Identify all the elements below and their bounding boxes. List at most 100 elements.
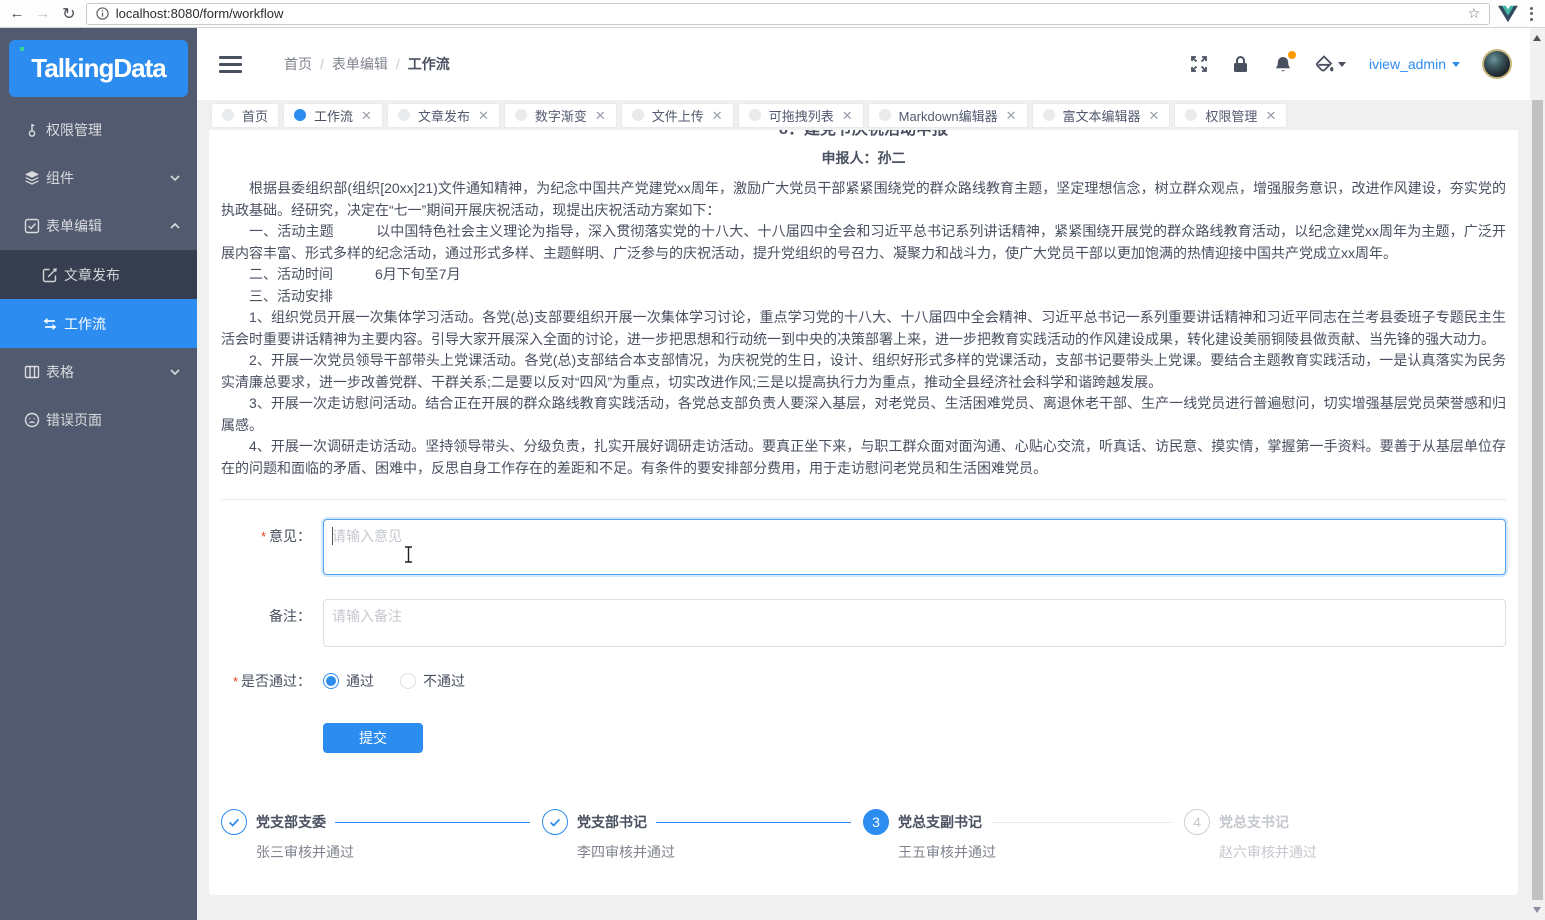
sidebar: TalkingData 权限管理 组件 表单编辑 文章发布 工作流 表格 错误页… <box>0 28 197 920</box>
browser-menu-icon[interactable] <box>1526 6 1537 21</box>
paragraph: 三、活动安排 <box>249 287 333 304</box>
workflow-card: 8：建党节庆祝活动申报 申报人：孙二 根据县委组织部(组织[20xx]21)文件… <box>209 130 1518 895</box>
chevron-down-icon <box>1338 61 1347 67</box>
content-area: 8：建党节庆祝活动申报 申报人：孙二 根据县委组织部(组织[20xx]21)文件… <box>197 130 1530 920</box>
tab-label: 富文本编辑器 <box>1062 108 1141 124</box>
scroll-up-icon[interactable] <box>1533 35 1541 41</box>
info-icon <box>96 7 109 20</box>
hamburger-menu-icon[interactable] <box>219 52 242 77</box>
fullscreen-icon[interactable] <box>1189 54 1209 74</box>
close-icon[interactable]: ✕ <box>1265 109 1276 122</box>
chevron-down-icon <box>170 175 180 182</box>
table-icon <box>24 364 40 380</box>
close-icon[interactable]: ✕ <box>595 109 606 122</box>
step-content: 张三审核并通过 <box>256 844 354 860</box>
sidebar-item-label: 错误页面 <box>46 412 102 428</box>
breadcrumb-form-edit[interactable]: 表单编辑 <box>332 54 388 74</box>
sidebar-item-permissions[interactable]: 权限管理 <box>0 106 197 154</box>
paragraph: 2、开展一次党员领导干部带头上党课活动。各党(总)支部结合本支部情况，为庆祝党的… <box>221 352 1506 390</box>
approval-steps: 党支部支委 张三审核并通过 党支部书记 李四审核并通过 3 党总支副书记 王五审… <box>221 809 1506 862</box>
scroll-down-icon[interactable] <box>1533 907 1541 913</box>
paragraph: 根据县委组织部(组织[20xx]21)文件通知精神，为纪念中国共产党建党xx周年… <box>221 180 1506 218</box>
required-mark: * <box>232 674 238 689</box>
breadcrumb-home[interactable]: 首页 <box>284 54 312 74</box>
header-actions: iview_admin <box>1189 49 1512 79</box>
close-icon[interactable]: ✕ <box>1149 109 1160 122</box>
app-header: 首页 / 表单编辑 / 工作流 iview_admin <box>197 28 1530 100</box>
breadcrumb-separator: / <box>395 56 400 72</box>
close-icon[interactable]: ✕ <box>712 109 723 122</box>
radio-circle-icon <box>323 673 339 689</box>
submit-button[interactable]: 提交 <box>323 723 423 753</box>
logo[interactable]: TalkingData <box>9 40 188 97</box>
step-connector <box>335 821 530 823</box>
lock-icon[interactable] <box>1231 54 1251 74</box>
username: iview_admin <box>1368 56 1446 72</box>
close-icon[interactable]: ✕ <box>1006 109 1017 122</box>
opinion-textarea[interactable] <box>323 519 1506 575</box>
note-textarea[interactable] <box>323 599 1506 647</box>
sidebar-item-error-pages[interactable]: 错误页面 <box>0 396 197 444</box>
breadcrumb: 首页 / 表单编辑 / 工作流 <box>284 54 450 74</box>
step-content: 赵六审核并通过 <box>1219 844 1317 860</box>
chevron-down-icon <box>1452 61 1460 67</box>
step-title: 党支部书记 <box>577 814 647 830</box>
error-face-icon <box>24 412 40 428</box>
pass-label: * 是否通过： <box>232 673 311 689</box>
address-bar[interactable]: localhost:8080/form/workflow ☆ <box>85 2 1491 25</box>
paragraph: 二、活动时间 6月下旬至7月 <box>249 266 461 282</box>
step-content: 李四审核并通过 <box>577 844 675 860</box>
tags-nav: 首页 工作流 ✕ 文章发布 ✕ 数字渐变 ✕ 文件上传 ✕ 可拖拽列表 ✕ Ma… <box>197 100 1530 130</box>
step-4: 4 党总支书记 赵六审核并通过 <box>1184 809 1505 862</box>
vue-devtools-icon[interactable] <box>1498 5 1519 23</box>
step-3: 3 党总支副书记 王五审核并通过 <box>863 809 1184 862</box>
sidebar-item-components[interactable]: 组件 <box>0 154 197 202</box>
page-scrollbar[interactable] <box>1530 28 1545 920</box>
theme-switcher-icon[interactable] <box>1315 54 1347 74</box>
tab-dot-icon <box>1185 109 1198 121</box>
tab-article-publish[interactable]: 文章发布 ✕ <box>386 102 500 128</box>
text-caret <box>332 527 333 545</box>
tab-label: 文件上传 <box>651 108 704 124</box>
tab-drag-list[interactable]: 可拖拽列表 ✕ <box>737 102 864 128</box>
tab-rich-text-editor[interactable]: 富文本编辑器 ✕ <box>1031 102 1171 128</box>
avatar[interactable] <box>1482 49 1512 79</box>
sidebar-item-tables[interactable]: 表格 <box>0 348 197 396</box>
reload-icon[interactable]: ↻ <box>60 5 78 23</box>
sidebar-item-label: 表单编辑 <box>46 218 102 234</box>
sidebar-item-article-publish[interactable]: 文章发布 <box>0 250 197 299</box>
tab-upload[interactable]: 文件上传 ✕ <box>620 102 734 128</box>
tab-workflow[interactable]: 工作流 ✕ <box>283 102 383 128</box>
url-text[interactable]: localhost:8080/form/workflow <box>116 6 1461 21</box>
user-menu[interactable]: iview_admin <box>1369 56 1460 72</box>
logo-accent-dot <box>20 47 24 51</box>
forward-icon[interactable]: → <box>34 5 52 23</box>
tab-count-to[interactable]: 数字渐变 ✕ <box>503 102 617 128</box>
scrollbar-thumb[interactable] <box>1532 100 1543 900</box>
radio-circle-icon <box>400 673 416 689</box>
tab-permissions[interactable]: 权限管理 ✕ <box>1174 102 1288 128</box>
bookmark-star-icon[interactable]: ☆ <box>1468 5 1481 22</box>
form-actions: 提交 <box>221 723 1506 753</box>
step-1: 党支部支委 张三审核并通过 <box>221 809 542 862</box>
step-check-icon <box>542 809 568 835</box>
sidebar-item-form-edit[interactable]: 表单编辑 <box>0 202 197 250</box>
close-icon[interactable]: ✕ <box>842 109 853 122</box>
tab-label: 工作流 <box>314 108 354 124</box>
close-icon[interactable]: ✕ <box>478 109 489 122</box>
radio-fail[interactable]: 不通过 <box>400 671 465 691</box>
tab-label: 文章发布 <box>417 108 470 124</box>
form-item-note: 备注： <box>221 599 1506 647</box>
document-title: 8：建党节庆祝活动申报 <box>221 130 1506 140</box>
back-icon[interactable]: ← <box>8 5 26 23</box>
close-icon[interactable]: ✕ <box>361 109 372 122</box>
tab-markdown-editor[interactable]: Markdown编辑器 ✕ <box>867 102 1028 128</box>
document-body: 根据县委组织部(组织[20xx]21)文件通知精神，为纪念中国共产党建党xx周年… <box>221 178 1506 479</box>
tab-home[interactable]: 首页 <box>211 102 280 128</box>
notification-bell-icon[interactable] <box>1273 51 1296 74</box>
sidebar-item-workflow[interactable]: 工作流 <box>0 299 197 348</box>
radio-pass[interactable]: 通过 <box>323 671 374 691</box>
step-2: 党支部书记 李四审核并通过 <box>542 809 863 862</box>
document-subtitle: 申报人：孙二 <box>821 150 906 166</box>
chevron-up-icon <box>170 222 180 229</box>
